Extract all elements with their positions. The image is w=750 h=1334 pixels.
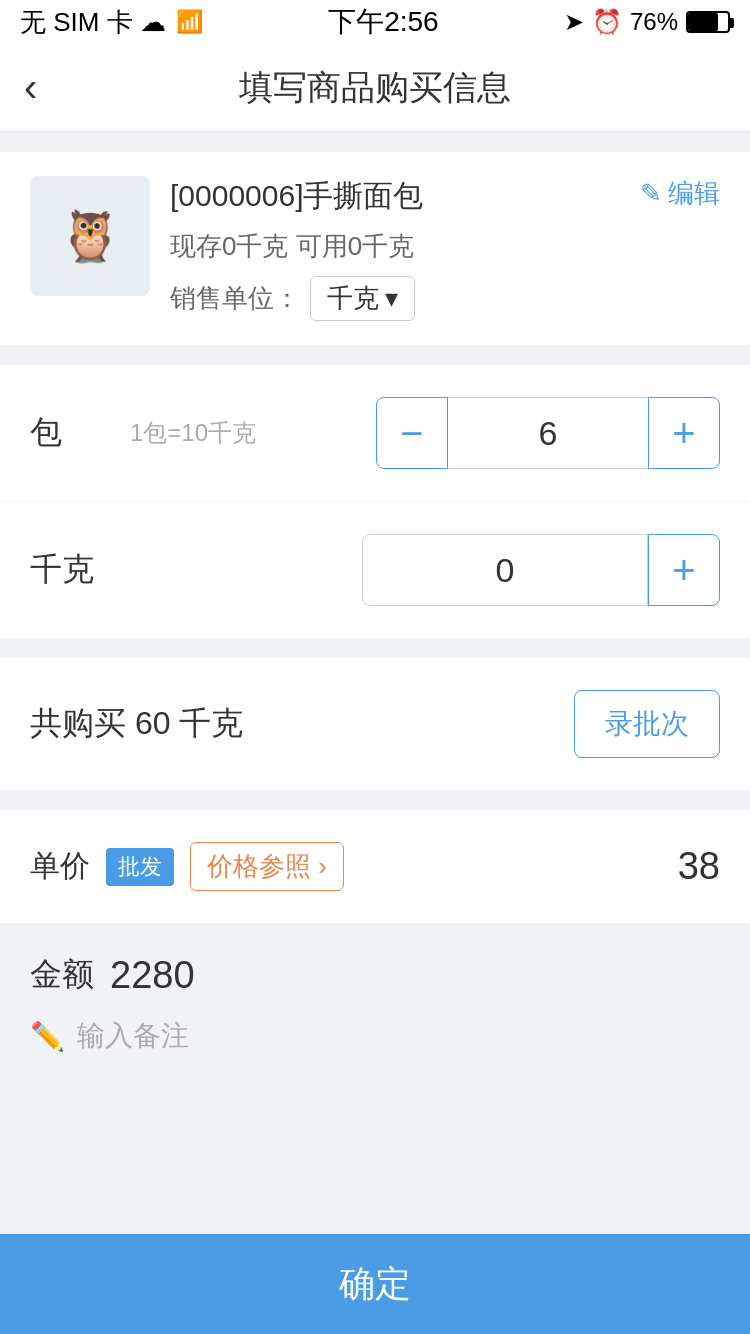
unit-label: 销售单位： xyxy=(170,281,300,316)
total-row: 共购买 60 千克 录批次 xyxy=(0,658,750,790)
product-unit-row: 销售单位： 千克 ▾ xyxy=(170,276,720,321)
package-plus-button[interactable]: + xyxy=(648,397,720,469)
edit-button[interactable]: ✎ 编辑 xyxy=(640,176,720,211)
amount-row: 金额 2280 xyxy=(30,953,720,997)
alarm-icon: ⏰ xyxy=(592,8,622,36)
nav-bar: ‹ 填写商品购买信息 xyxy=(0,44,750,132)
kg-label: 千克 xyxy=(30,548,110,592)
amount-value: 2280 xyxy=(110,954,195,997)
kg-input-row: 千克 + xyxy=(0,502,750,638)
package-hint: 1包=10千克 xyxy=(130,417,356,449)
remark-placeholder: 输入备注 xyxy=(77,1017,189,1055)
unit-dropdown-icon: ▾ xyxy=(385,283,398,314)
price-ref-button[interactable]: 价格参照 › xyxy=(190,842,344,891)
status-bar: 无 SIM 卡 ☁ 📶 下午2:56 ➤ ⏰ 76% xyxy=(0,0,750,44)
total-qty: 60 xyxy=(135,705,171,741)
status-left: 无 SIM 卡 ☁ 📶 xyxy=(20,5,203,40)
page-title: 填写商品购买信息 xyxy=(239,65,511,111)
kg-input[interactable] xyxy=(362,534,648,606)
price-section: 单价 批发 价格参照 › 38 xyxy=(0,810,750,923)
package-minus-button[interactable]: − xyxy=(376,397,448,469)
package-input[interactable] xyxy=(448,397,648,469)
amount-label: 金额 xyxy=(30,953,94,997)
total-prefix: 共购买 xyxy=(30,705,126,741)
total-text: 共购买 60 千克 xyxy=(30,702,243,746)
product-name: [0000006]手撕面包 xyxy=(170,176,720,217)
batch-button[interactable]: 录批次 xyxy=(574,690,720,758)
battery-fill xyxy=(688,13,718,31)
product-info: [0000006]手撕面包 现存0千克 可用0千克 销售单位： 千克 ▾ xyxy=(170,176,720,321)
price-value: 38 xyxy=(678,845,720,888)
kg-controls: + xyxy=(362,534,720,606)
price-row: 单价 批发 价格参照 › 38 xyxy=(30,842,720,891)
status-time: 下午2:56 xyxy=(328,3,439,41)
package-input-row: 包 1包=10千克 − + xyxy=(0,365,750,502)
product-thumbnail-icon: 🦉 xyxy=(59,207,121,265)
package-input-section: 包 1包=10千克 − + 千克 + xyxy=(0,365,750,638)
edit-label: 编辑 xyxy=(668,176,720,211)
kg-plus-button[interactable]: + xyxy=(648,534,720,606)
location-icon: ➤ xyxy=(564,8,584,36)
price-tag: 批发 xyxy=(106,848,174,886)
battery-icon xyxy=(686,11,730,33)
status-right: ➤ ⏰ 76% xyxy=(564,8,730,36)
product-card: 🦉 [0000006]手撕面包 现存0千克 可用0千克 销售单位： 千克 ▾ ✎… xyxy=(0,152,750,345)
total-unit: 千克 xyxy=(179,705,243,741)
product-stock: 现存0千克 可用0千克 xyxy=(170,229,720,264)
battery-percent: 76% xyxy=(630,8,678,36)
sim-status: 无 SIM 卡 ☁ xyxy=(20,5,166,40)
remark-row[interactable]: ✏️ 输入备注 xyxy=(30,1017,720,1075)
confirm-button-label: 确定 xyxy=(339,1260,411,1309)
wifi-icon: 📶 xyxy=(176,9,203,35)
price-label: 单价 xyxy=(30,846,90,887)
product-image: 🦉 xyxy=(30,176,150,296)
confirm-bar[interactable]: 确定 xyxy=(0,1234,750,1334)
edit-icon: ✎ xyxy=(640,178,662,209)
remark-icon: ✏️ xyxy=(30,1020,65,1053)
package-label: 包 xyxy=(30,411,110,455)
unit-value: 千克 xyxy=(327,281,379,316)
back-button[interactable]: ‹ xyxy=(24,65,37,110)
unit-select[interactable]: 千克 ▾ xyxy=(310,276,415,321)
package-controls: − + xyxy=(376,397,720,469)
